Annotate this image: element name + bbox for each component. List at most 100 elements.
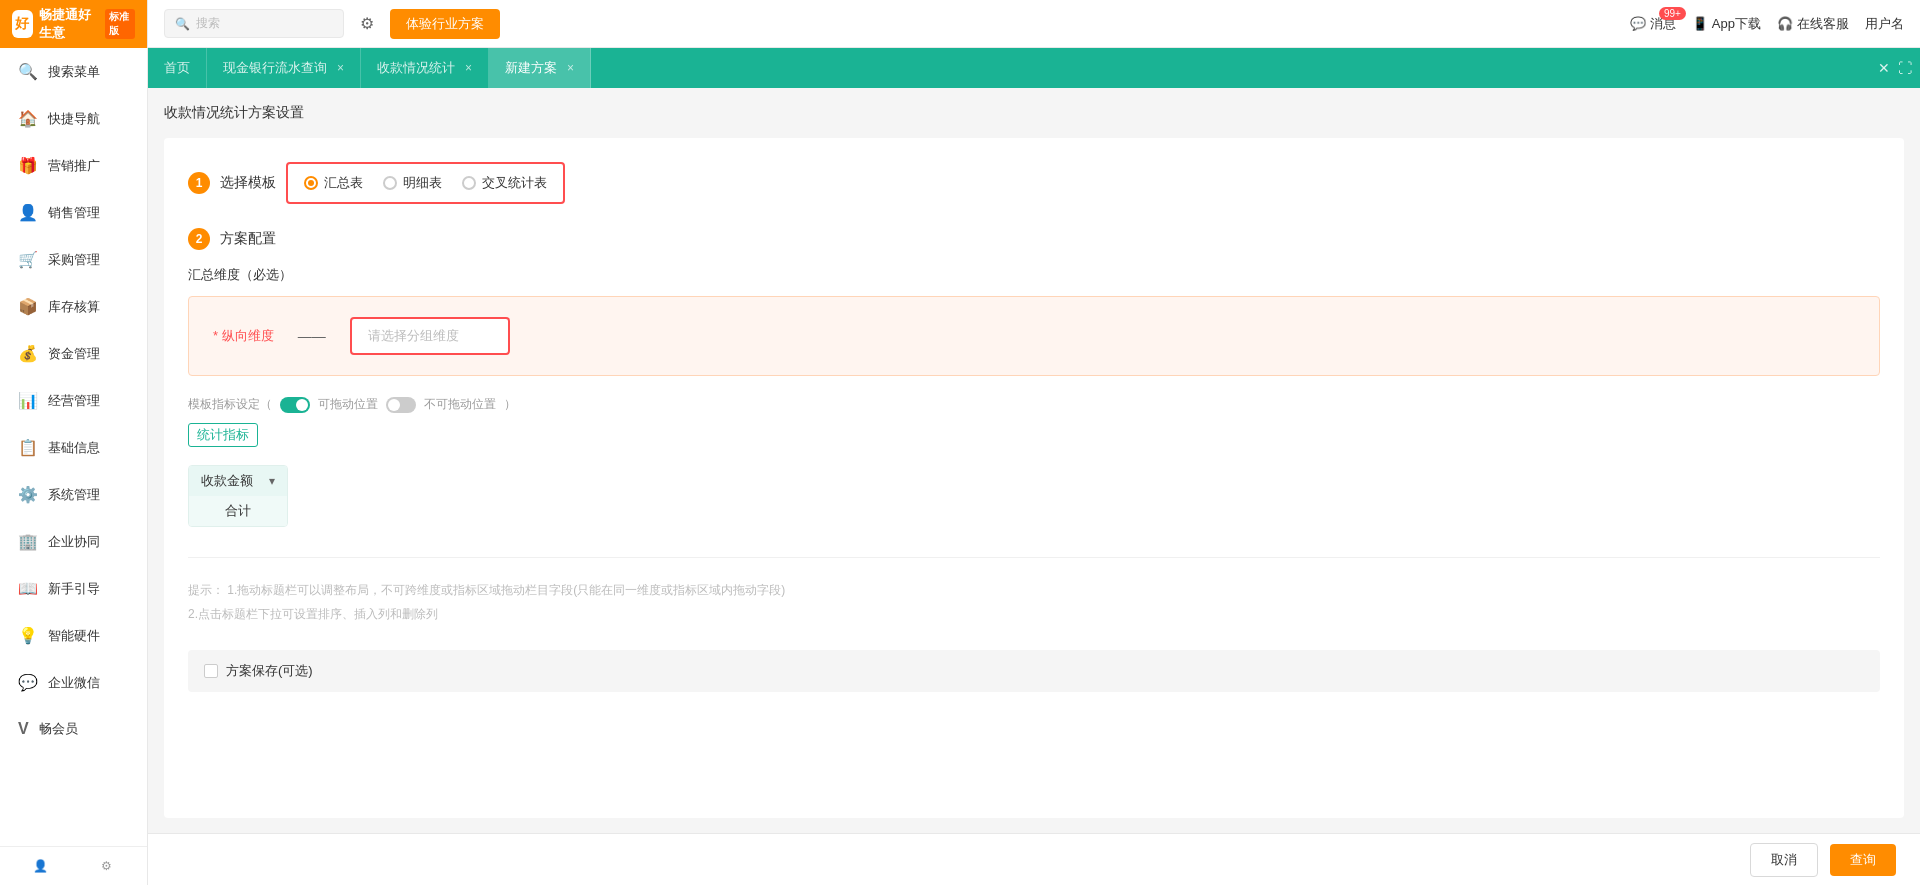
radio-cross-label: 交叉统计表	[482, 174, 547, 192]
sidebar-item-label: 智能硬件	[48, 627, 100, 645]
message-button[interactable]: 💬 消息 99+	[1630, 15, 1676, 33]
toggle-dot	[296, 399, 308, 411]
sidebar-item-label: 基础信息	[48, 439, 100, 457]
tip2-text: 2.点击标题栏下拉可设置排序、插入列和删除列	[188, 607, 438, 621]
tab-cash-query[interactable]: 现金银行流水查询 ×	[207, 48, 361, 88]
tab-new-plan-close[interactable]: ×	[567, 61, 574, 75]
sidebar-item-smart-hw[interactable]: 💡 智能硬件	[0, 612, 147, 659]
member-icon: V	[18, 720, 29, 738]
enterprise-wechat-icon: 💬	[18, 673, 38, 692]
service-label: 在线客服	[1797, 15, 1849, 33]
service-icon: 🎧	[1777, 16, 1793, 31]
page-title: 收款情况统计方案设置	[164, 104, 1904, 122]
sidebar-item-label: 营销推广	[48, 157, 100, 175]
tip1-text: 1.拖动标题栏可以调整布局，不可跨维度或指标区域拖动栏目字段(只能在同一维度或指…	[227, 583, 785, 597]
search-menu-icon: 🔍	[18, 62, 38, 81]
radio-summary-circle	[304, 176, 318, 190]
sidebar-item-label: 系统管理	[48, 486, 100, 504]
online-service-button[interactable]: 🎧 在线客服	[1777, 15, 1849, 33]
dimension-select-dropdown[interactable]: 请选择分组维度	[350, 317, 510, 355]
cancel-button[interactable]: 取消	[1750, 843, 1818, 877]
inventory-icon: 📦	[18, 297, 38, 316]
step1-label: 选择模板	[220, 174, 276, 192]
dimension-section: 汇总维度（必选） * 纵向维度 —— 请选择分组维度	[188, 266, 1880, 376]
tab-cash-query-label: 现金银行流水查询	[223, 59, 327, 77]
save-option: 方案保存(可选)	[188, 650, 1880, 692]
radio-summary-label: 汇总表	[324, 174, 363, 192]
sidebar-item-system[interactable]: ⚙️ 系统管理	[0, 471, 147, 518]
user-profile[interactable]: 用户名	[1865, 15, 1904, 33]
sidebar-item-label: 企业微信	[48, 674, 100, 692]
content-panel: 1 选择模板 汇总表 明细表 交叉统计表	[164, 138, 1904, 818]
dimension-title: 汇总维度（必选）	[188, 266, 1880, 284]
operation-icon: 📊	[18, 391, 38, 410]
sidebar-user-icon[interactable]: 👤	[12, 859, 70, 873]
sidebar-item-purchase[interactable]: 🛒 采购管理	[0, 236, 147, 283]
sales-icon: 👤	[18, 203, 38, 222]
basic-info-icon: 📋	[18, 438, 38, 457]
arrow-icon: ——	[298, 328, 326, 344]
sidebar-item-label: 库存核算	[48, 298, 100, 316]
sidebar-item-search-menu[interactable]: 🔍 搜索菜单	[0, 48, 147, 95]
tab-home[interactable]: 首页	[148, 48, 207, 88]
query-button[interactable]: 查询	[1830, 844, 1896, 876]
sidebar-item-sales[interactable]: 👤 销售管理	[0, 189, 147, 236]
radio-cross-circle	[462, 176, 476, 190]
sidebar-item-finance[interactable]: 💰 资金管理	[0, 330, 147, 377]
metric-card-receipt-amount: 收款金额 ▾ 合计	[188, 465, 288, 527]
logo-text: 畅捷通好生意	[39, 6, 97, 42]
tabbar-right-controls: ✕ ⛶	[1878, 60, 1920, 76]
tab-close-all-icon[interactable]: ✕	[1878, 60, 1890, 76]
tab-receipt-stats[interactable]: 收款情况统计 ×	[361, 48, 489, 88]
app-download-button[interactable]: 📱 App下载	[1692, 15, 1761, 33]
sidebar-item-enterprise-wechat[interactable]: 💬 企业微信	[0, 659, 147, 706]
sidebar-item-operation[interactable]: 📊 经营管理	[0, 377, 147, 424]
dimension-area: * 纵向维度 —— 请选择分组维度	[188, 296, 1880, 376]
metrics-draggable-label: 可拖动位置	[318, 396, 378, 413]
sidebar-item-label: 快捷导航	[48, 110, 100, 128]
toggle-dot2	[388, 399, 400, 411]
tips-section: 提示： 1.拖动标题栏可以调整布局，不可跨维度或指标区域拖动栏目字段(只能在同一…	[188, 557, 1880, 626]
radio-detail[interactable]: 明细表	[383, 174, 442, 192]
trial-button[interactable]: 体验行业方案	[390, 9, 500, 39]
sidebar-item-label: 畅会员	[39, 720, 78, 738]
metrics-draggable-toggle[interactable]	[280, 397, 310, 413]
dimension-select-placeholder: 请选择分组维度	[368, 327, 459, 345]
save-label: 方案保存(可选)	[226, 662, 313, 680]
save-checkbox[interactable]	[204, 664, 218, 678]
sidebar: 好 畅捷通好生意 标准版 🔍 搜索菜单 🏠 快捷导航 🎁 营销推广 👤 销售管理…	[0, 0, 148, 885]
tab-new-plan[interactable]: 新建方案 ×	[489, 48, 591, 88]
tips-divider	[188, 557, 1880, 558]
radio-detail-label: 明细表	[403, 174, 442, 192]
metric-card-header[interactable]: 收款金额 ▾	[189, 466, 287, 496]
logo-tag: 标准版	[105, 9, 135, 39]
sidebar-logo: 好 畅捷通好生意 标准版	[0, 0, 147, 48]
sidebar-item-inventory[interactable]: 📦 库存核算	[0, 283, 147, 330]
topbar-right: 💬 消息 99+ 📱 App下载 🎧 在线客服 用户名	[1630, 15, 1904, 33]
sidebar-settings-icon[interactable]: ⚙	[78, 859, 136, 873]
step2-badge: 2	[188, 228, 210, 250]
sidebar-item-guide[interactable]: 📖 新手引导	[0, 565, 147, 612]
tab-receipt-stats-label: 收款情况统计	[377, 59, 455, 77]
bottom-bar: 取消 查询	[148, 833, 1920, 885]
sidebar-item-quick-nav[interactable]: 🏠 快捷导航	[0, 95, 147, 142]
smart-hw-icon: 💡	[18, 626, 38, 645]
metrics-section: 模板指标设定（ 可拖动位置 不可拖动位置 ） 统计指标	[188, 396, 1880, 527]
gear-icon[interactable]: ⚙	[360, 14, 374, 33]
radio-cross[interactable]: 交叉统计表	[462, 174, 547, 192]
sidebar-item-marketing[interactable]: 🎁 营销推广	[0, 142, 147, 189]
metrics-not-draggable-toggle[interactable]	[386, 397, 416, 413]
tab-receipt-stats-close[interactable]: ×	[465, 61, 472, 75]
sidebar-item-enterprise[interactable]: 🏢 企业协同	[0, 518, 147, 565]
sidebar-item-basic-info[interactable]: 📋 基础信息	[0, 424, 147, 471]
metrics-section-title: 统计指标	[188, 423, 258, 447]
finance-icon: 💰	[18, 344, 38, 363]
template-select-box: 汇总表 明细表 交叉统计表	[286, 162, 565, 204]
tab-home-label: 首页	[164, 59, 190, 77]
radio-summary[interactable]: 汇总表	[304, 174, 363, 192]
tab-expand-icon[interactable]: ⛶	[1898, 60, 1912, 76]
topbar-search-box[interactable]: 🔍 搜索	[164, 9, 344, 38]
sidebar-item-member[interactable]: V 畅会员	[0, 706, 147, 752]
tab-cash-query-close[interactable]: ×	[337, 61, 344, 75]
sidebar-bottom: 👤 ⚙	[0, 846, 147, 885]
